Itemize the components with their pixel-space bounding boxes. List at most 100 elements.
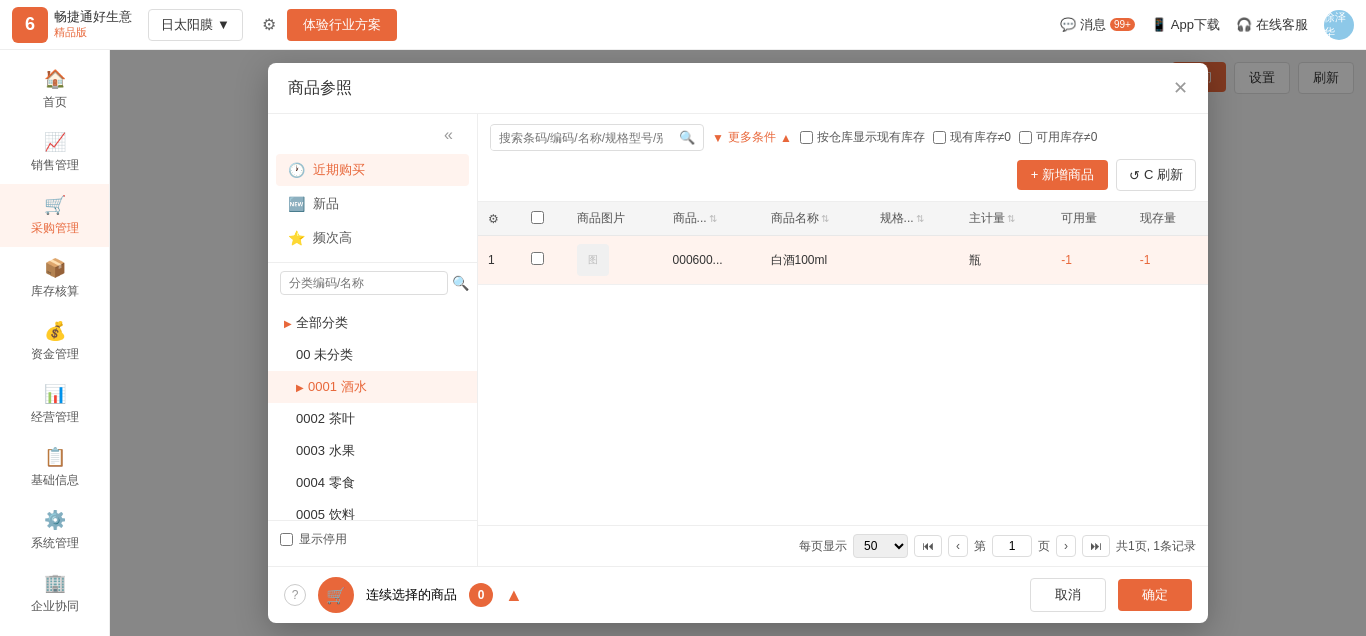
warehouse-checkbox-label[interactable]: 按仓库显示现有库存 [800,129,925,146]
filter-icon: ▼ [712,131,724,145]
category-search-input[interactable] [280,271,448,295]
recent-icon: 🕐 [288,162,305,178]
modal-toolbar: 🔍 ▼ 更多条件 ▲ 按仓库显示现有库存 [478,114,1208,202]
category-item-uncategorized[interactable]: 00 未分类 [268,339,477,371]
select-all-checkbox[interactable] [531,211,544,224]
star-icon: ⭐ [288,230,305,246]
user-menu[interactable]: 徐泽华 [1324,10,1354,40]
th-unit[interactable]: 主计量 ⇅ [959,202,1051,236]
close-icon[interactable]: ✕ [1173,77,1188,99]
operation-icon: 📊 [44,383,66,405]
experience-btn[interactable]: 体验行业方案 [287,9,397,41]
available-stock-checkbox-label[interactable]: 可用库存≠0 [1019,129,1097,146]
app-download-btn[interactable]: 📱 App下载 [1151,16,1220,34]
sidebar-item-inventory[interactable]: 📦 库存核算 [0,247,109,310]
message-badge: 99+ [1110,18,1135,31]
next-page-btn[interactable]: › [1056,535,1076,557]
category-item-tea[interactable]: 0002 茶叶 [268,403,477,435]
cancel-btn[interactable]: 取消 [1030,578,1106,612]
category-tree: ▶ 全部分类 00 未分类 ▶ 0001 酒水 0002 茶 [268,303,477,520]
cell-current: -1 [1130,236,1208,285]
page-input[interactable] [992,535,1032,557]
more-filter-btn[interactable]: ▼ 更多条件 ▲ [712,129,792,146]
first-page-btn[interactable]: ⏮ [914,535,942,557]
basic-icon: 📋 [44,446,66,468]
th-name[interactable]: 商品名称 ⇅ [761,202,870,236]
th-settings[interactable]: ⚙ [478,202,521,236]
current-stock-checkbox[interactable] [933,131,946,144]
category-item-liquor[interactable]: ▶ 0001 酒水 [268,371,477,403]
collapse-footer-icon[interactable]: ▲ [505,585,523,606]
sidebar-item-label: 首页 [43,94,67,111]
home-icon: 🏠 [44,68,66,90]
cell-spec [870,236,960,285]
sort-icon-spec: ⇅ [916,213,924,224]
tab-high-frequency[interactable]: ⭐ 频次高 [276,222,469,254]
category-search-icon[interactable]: 🔍 [452,275,469,291]
logo-icon: 6 [12,7,48,43]
th-checkbox[interactable] [521,202,567,236]
product-search-icon[interactable]: 🔍 [671,125,703,150]
help-icon[interactable]: ? [284,584,306,606]
product-image: 图 [577,244,609,276]
sidebar-item-system[interactable]: ⚙️ 系统管理 [0,499,109,562]
sidebar-item-operation[interactable]: 📊 经营管理 [0,373,109,436]
category-item-fruit[interactable]: 0003 水果 [268,435,477,467]
modal-footer: ? 🛒 连续选择的商品 0 ▲ 取消 确定 [268,566,1208,623]
modal-left-tabs: « 🕐 近期购买 🆕 新品 ⭐ [268,122,477,263]
sidebar-item-enterprise[interactable]: 🏢 企业协同 [0,562,109,625]
category-item-beverage[interactable]: 0005 饮料 [268,499,477,520]
add-product-btn[interactable]: + 新增商品 [1017,160,1108,190]
new-icon: 🆕 [288,196,305,212]
category-item-all[interactable]: ▶ 全部分类 [268,307,477,339]
inventory-icon: 📦 [44,257,66,279]
sidebar-item-label: 经营管理 [31,409,79,426]
table-row[interactable]: 1 图 000600... 白酒100ml 瓶 [478,236,1208,285]
sidebar-item-label: 资金管理 [31,346,79,363]
collapse-left-btn[interactable]: « [436,122,461,148]
tab-new-products[interactable]: 🆕 新品 [276,188,469,220]
row-checkbox[interactable] [531,252,544,265]
product-table-wrapper: ⚙ 商品图片 商品... ⇅ [478,202,1208,525]
sidebar-item-finance[interactable]: 💰 资金管理 [0,310,109,373]
product-search-input[interactable] [491,126,671,150]
th-code[interactable]: 商品... ⇅ [663,202,761,236]
refresh-btn[interactable]: ↺ C 刷新 [1116,159,1196,191]
sidebar-item-purchase[interactable]: 🛒 采购管理 [0,184,109,247]
per-page-select[interactable]: 50 100 200 [853,534,908,558]
settings-icon[interactable]: ⚙ [251,7,287,43]
current-stock-checkbox-label[interactable]: 现有库存≠0 [933,129,1011,146]
th-spec[interactable]: 规格... ⇅ [870,202,960,236]
modal-left-panel: « 🕐 近期购买 🆕 新品 ⭐ [268,114,478,566]
available-stock-checkbox[interactable] [1019,131,1032,144]
product-reference-modal: 商品参照 ✕ « 🕐 近期购买 [268,63,1208,623]
pagination-row: 每页显示 50 100 200 ⏮ ‹ 第 页 › [478,525,1208,566]
th-current: 现存量 [1130,202,1208,236]
confirm-btn[interactable]: 确定 [1118,579,1192,611]
message-btn[interactable]: 💬 消息 99+ [1060,16,1135,34]
tab-recent-purchase[interactable]: 🕐 近期购买 [276,154,469,186]
cell-code: 000600... [663,236,761,285]
top-nav: 6 畅捷通好生意 精品版 日太阳膜 ▼ ⚙ 体验行业方案 💬 消息 99+ 📱 … [0,0,1366,50]
sort-icon: ⇅ [709,213,717,224]
sidebar-item-basic[interactable]: 📋 基础信息 [0,436,109,499]
store-dropdown[interactable]: 日太阳膜 ▼ [148,9,243,41]
service-btn[interactable]: 🎧 在线客服 [1236,16,1308,34]
message-icon: 💬 [1060,17,1076,32]
prev-page-btn[interactable]: ‹ [948,535,968,557]
cart-icon[interactable]: 🛒 [318,577,354,613]
show-disabled-checkbox[interactable] [280,533,293,546]
arrow-right-icon: ▶ [284,318,292,329]
cell-available: -1 [1051,236,1129,285]
sidebar-item-sales[interactable]: 📈 销售管理 [0,121,109,184]
warehouse-checkbox[interactable] [800,131,813,144]
sidebar-item-home[interactable]: 🏠 首页 [0,58,109,121]
last-page-btn[interactable]: ⏭ [1082,535,1110,557]
cell-image: 图 [567,236,662,285]
sidebar-item-guide[interactable]: 🔰 新手引导 [0,625,109,636]
cell-checkbox[interactable] [521,236,567,285]
avatar: 徐泽华 [1324,10,1354,40]
category-item-snack[interactable]: 0004 零食 [268,467,477,499]
phone-icon: 📱 [1151,17,1167,32]
system-icon: ⚙️ [44,509,66,531]
